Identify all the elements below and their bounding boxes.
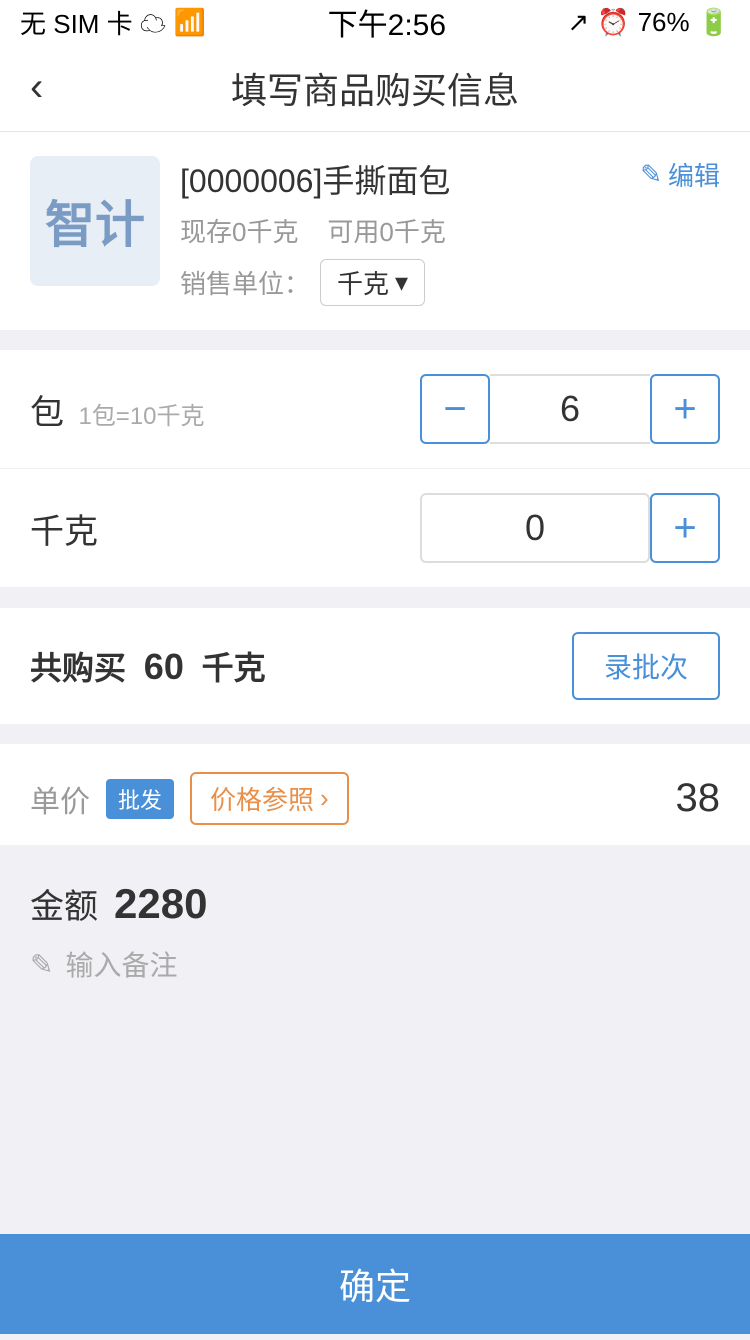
stock-label: 现存0千克 [180, 217, 298, 247]
available-label: 可用0千克 [327, 217, 445, 247]
total-label: 共购买 60 千克 [30, 643, 266, 689]
bao-minus-button[interactable]: − [420, 374, 490, 444]
price-tag: 批发 [106, 779, 174, 819]
status-right: ↗ ⏰ 76% 🔋 [567, 7, 730, 38]
bao-quantity-control: − + [420, 374, 720, 444]
note-placeholder: 输入备注 [65, 944, 177, 984]
wifi-icon: 📶 [174, 7, 206, 38]
status-time: 下午2:56 [328, 0, 446, 44]
total-row: 共购买 60 千克 录批次 [0, 608, 750, 724]
price-ref-label: 价格参照 [210, 780, 314, 817]
unit-value: 千克 [337, 264, 389, 301]
bao-label: 包 [30, 394, 64, 432]
edit-label: 编辑 [668, 156, 720, 193]
location-icon: ↗ [567, 7, 589, 38]
status-left: 无 SIM 卡 ☁ 📶 [20, 4, 206, 41]
amount-row: 金额 2280 [30, 879, 720, 928]
confirm-button-label: 确定 [339, 1258, 411, 1310]
price-label: 单价 [30, 777, 90, 821]
unit-select[interactable]: 千克 ▾ [320, 259, 425, 306]
product-header-row: [0000006]手撕面包 ✎ 编辑 [180, 156, 720, 212]
page-title: 填写商品购买信息 [231, 62, 519, 114]
product-unit-row: 销售单位： 千克 ▾ [180, 259, 720, 306]
note-row[interactable]: ✎ 输入备注 [30, 944, 720, 984]
note-icon: ✎ [30, 948, 53, 981]
kg-quantity-input[interactable] [420, 493, 650, 563]
product-stock: 现存0千克 可用0千克 [180, 212, 720, 249]
battery-icon: 🔋 [698, 7, 730, 38]
amount-label: 金额 [30, 879, 98, 928]
amount-section: 金额 2280 ✎ 输入备注 [0, 855, 750, 1000]
quantity-section: 包 1包=10千克 − + 千克 + [0, 350, 750, 588]
price-ref-arrow-icon: › [320, 783, 329, 814]
sim-label: 无 SIM 卡 ☁ [20, 4, 166, 41]
product-info: [0000006]手撕面包 ✎ 编辑 现存0千克 可用0千克 销售单位： 千克 … [180, 156, 720, 306]
unit-label: 销售单位： [180, 264, 310, 301]
kg-quantity-control: + [420, 493, 720, 563]
quantity-row-bao: 包 1包=10千克 − + [0, 350, 750, 469]
quantity-label-kg: 千克 [30, 504, 420, 553]
product-card: 智计 [0000006]手撕面包 ✎ 编辑 现存0千克 可用0千克 销售单位： … [0, 132, 750, 330]
batch-button[interactable]: 录批次 [572, 632, 720, 700]
total-unit: 千克 [202, 650, 266, 686]
edit-icon: ✎ [640, 159, 662, 190]
battery-label: 76% [638, 7, 690, 38]
total-amount: 60 [144, 646, 184, 687]
kg-label: 千克 [30, 513, 98, 551]
price-row: 单价 批发 价格参照 › 38 [30, 772, 720, 825]
alarm-icon: ⏰ [597, 7, 629, 38]
product-logo-icon: 智计 [45, 185, 145, 257]
bao-sublabel: 1包=10千克 [78, 403, 204, 430]
total-prefix: 共购买 [30, 650, 126, 686]
quantity-label-bao: 包 1包=10千克 [30, 385, 420, 434]
bao-quantity-input[interactable] [490, 374, 650, 444]
dropdown-icon: ▾ [395, 267, 408, 298]
product-image: 智计 [30, 156, 160, 286]
quantity-row-kg: 千克 + [0, 469, 750, 588]
bottom-bar[interactable]: 确定 [0, 1234, 750, 1334]
edit-button[interactable]: ✎ 编辑 [640, 156, 720, 193]
nav-bar: ‹ 填写商品购买信息 [0, 44, 750, 132]
kg-plus-button[interactable]: + [650, 493, 720, 563]
product-name: [0000006]手撕面包 [180, 156, 450, 202]
price-section: 单价 批发 价格参照 › 38 [0, 744, 750, 845]
back-button[interactable]: ‹ [30, 65, 43, 110]
bao-plus-button[interactable]: + [650, 374, 720, 444]
amount-value: 2280 [114, 880, 207, 928]
price-value: 38 [676, 776, 721, 821]
status-bar: 无 SIM 卡 ☁ 📶 下午2:56 ↗ ⏰ 76% 🔋 [0, 0, 750, 44]
price-ref-button[interactable]: 价格参照 › [190, 772, 349, 825]
